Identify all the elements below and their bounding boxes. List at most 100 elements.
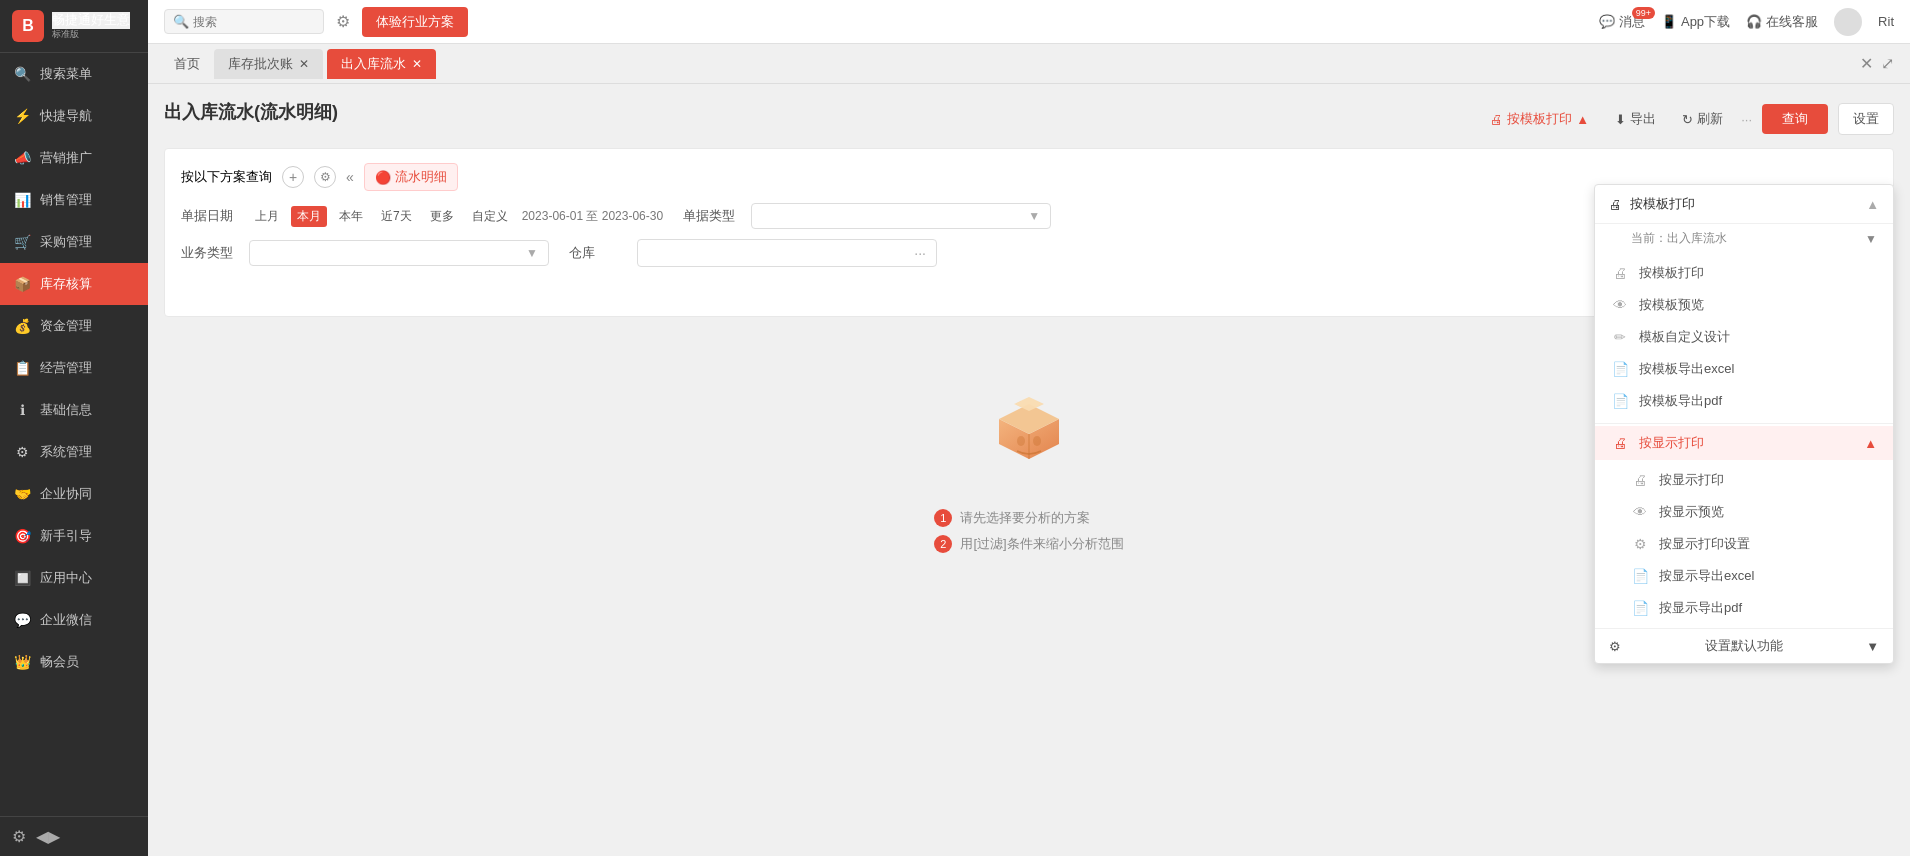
- close-all-tabs-icon[interactable]: ✕: [1860, 54, 1873, 73]
- sidebar-item-search[interactable]: 🔍 搜索菜单: [0, 53, 148, 95]
- expand-icon[interactable]: ⤢: [1881, 54, 1894, 73]
- refresh-button[interactable]: ↻ 刷新: [1674, 106, 1731, 132]
- search-input[interactable]: [193, 15, 313, 29]
- system-icon: ⚙: [12, 442, 32, 462]
- sidebar-item-operations[interactable]: 📋 经营管理: [0, 347, 148, 389]
- filter-settings-button[interactable]: ⚙: [314, 166, 336, 188]
- date-opt-last-month[interactable]: 上月: [249, 206, 285, 227]
- template-print-button[interactable]: 🖨 按模板打印 ▲: [1482, 106, 1597, 132]
- member-icon: 👑: [12, 652, 32, 672]
- sidebar-item-inventory[interactable]: 📦 库存核算: [0, 263, 148, 305]
- display-export-pdf-label: 按显示导出pdf: [1659, 599, 1742, 617]
- tab-home[interactable]: 首页: [164, 49, 210, 79]
- settings-icon: ⚙: [1631, 536, 1649, 552]
- print-icon: 🖨: [1631, 472, 1649, 488]
- message-button[interactable]: 💬 消息 99+: [1599, 13, 1645, 31]
- sidebar-item-label: 系统管理: [40, 443, 92, 461]
- sidebar-item-label: 资金管理: [40, 317, 92, 335]
- warehouse-select[interactable]: ···: [637, 239, 937, 267]
- tab-batch[interactable]: 库存批次账 ✕: [214, 49, 323, 79]
- date-opt-custom[interactable]: 自定义: [466, 206, 514, 227]
- sidebar-item-finance[interactable]: 💰 资金管理: [0, 305, 148, 347]
- user-avatar[interactable]: [1834, 8, 1862, 36]
- sidebar-item-sales[interactable]: 📊 销售管理: [0, 179, 148, 221]
- excel-icon: 📄: [1631, 568, 1649, 584]
- industry-solution-button[interactable]: 体验行业方案: [362, 7, 468, 37]
- sidebar-item-quick-nav[interactable]: ⚡ 快捷导航: [0, 95, 148, 137]
- empty-step-1: 1 请先选择要分析的方案: [934, 509, 1123, 527]
- display-print-header-item[interactable]: 🖨 按显示打印 ▲: [1595, 426, 1893, 460]
- inventory-icon: 📦: [12, 274, 32, 294]
- display-print-item[interactable]: 🖨 按显示打印: [1615, 464, 1893, 496]
- date-opt-more[interactable]: 更多: [424, 206, 460, 227]
- sidebar-item-label: 搜索菜单: [40, 65, 92, 83]
- date-filter-label: 单据日期: [181, 207, 241, 225]
- bill-type-select[interactable]: ▼: [751, 203, 1051, 229]
- tab-batch-close[interactable]: ✕: [299, 57, 309, 71]
- set-default-label: 设置默认功能: [1705, 637, 1783, 655]
- sidebar-item-guide[interactable]: 🎯 新手引导: [0, 515, 148, 557]
- display-export-excel-item[interactable]: 📄 按显示导出excel: [1615, 560, 1893, 592]
- settings-gear-icon[interactable]: ⚙: [336, 12, 350, 31]
- sidebar-item-wechat[interactable]: 💬 企业微信: [0, 599, 148, 641]
- flow-detail-tag[interactable]: 🔴 流水明细: [364, 163, 458, 191]
- dropdown-divider: [1595, 423, 1893, 424]
- search-icon: 🔍: [173, 14, 189, 29]
- app-download-button[interactable]: 📱 App下载: [1661, 13, 1730, 31]
- empty-state-icon: [979, 389, 1079, 489]
- message-badge: 99+: [1632, 7, 1655, 19]
- online-service-button[interactable]: 🎧 在线客服: [1746, 13, 1818, 31]
- bill-type-label: 单据类型: [683, 207, 743, 225]
- dropdown-collapse-icon[interactable]: ▲: [1866, 197, 1879, 212]
- add-filter-button[interactable]: +: [282, 166, 304, 188]
- template-custom-item[interactable]: ✏ 模板自定义设计: [1595, 321, 1893, 353]
- query-button[interactable]: 查询: [1762, 104, 1828, 134]
- sidebar-item-member[interactable]: 👑 畅会员: [0, 641, 148, 683]
- settings-icon[interactable]: ⚙: [12, 827, 26, 846]
- search-icon: 🔍: [12, 64, 32, 84]
- tab-flow-close[interactable]: ✕: [412, 57, 422, 71]
- date-opt-this-month[interactable]: 本月: [291, 206, 327, 227]
- template-print-item[interactable]: 🖨 按模板打印: [1595, 257, 1893, 289]
- export-button[interactable]: ⬇ 导出: [1607, 106, 1664, 132]
- step-1-num: 1: [934, 509, 952, 527]
- sidebar-item-app-center[interactable]: 🔲 应用中心: [0, 557, 148, 599]
- more-icon[interactable]: ···: [1741, 112, 1752, 127]
- display-export-pdf-item[interactable]: 📄 按显示导出pdf: [1615, 592, 1893, 624]
- sidebar-item-system[interactable]: ⚙ 系统管理: [0, 431, 148, 473]
- display-print-settings-label: 按显示打印设置: [1659, 535, 1750, 553]
- sidebar-item-purchase[interactable]: 🛒 采购管理: [0, 221, 148, 263]
- set-default-button[interactable]: ⚙ 设置默认功能 ▼: [1595, 628, 1893, 663]
- phone-icon: 📱: [1661, 14, 1677, 29]
- collapse-filter-button[interactable]: «: [346, 169, 354, 185]
- tab-flow[interactable]: 出入库流水 ✕: [327, 49, 436, 79]
- template-export-pdf-item[interactable]: 📄 按模板导出pdf: [1595, 385, 1893, 417]
- quick-nav-icon: ⚡: [12, 106, 32, 126]
- display-print-header-label: 按显示打印: [1639, 434, 1704, 452]
- business-type-select[interactable]: ▼: [249, 240, 549, 266]
- date-opt-7days[interactable]: 近7天: [375, 206, 418, 227]
- date-opt-this-year[interactable]: 本年: [333, 206, 369, 227]
- sidebar-item-basic-info[interactable]: ℹ 基础信息: [0, 389, 148, 431]
- template-preview-item[interactable]: 👁 按模板预览: [1595, 289, 1893, 321]
- filter-date-item: 单据日期 上月 本月 本年 近7天 更多 自定义 2023-06-01 至 20…: [181, 206, 663, 227]
- template-export-excel-item[interactable]: 📄 按模板导出excel: [1595, 353, 1893, 385]
- display-print-settings-item[interactable]: ⚙ 按显示打印设置: [1615, 528, 1893, 560]
- print-icon: 🖨: [1609, 197, 1622, 212]
- settings-button[interactable]: 设置: [1838, 103, 1894, 135]
- sidebar-item-marketing[interactable]: 📣 营销推广: [0, 137, 148, 179]
- collapse-sidebar-icon[interactable]: ◀▶: [36, 827, 60, 846]
- more-dots-icon: ···: [914, 245, 926, 261]
- refresh-icon: ↻: [1682, 112, 1693, 127]
- basic-info-icon: ℹ: [12, 400, 32, 420]
- display-preview-item[interactable]: 👁 按显示预览: [1615, 496, 1893, 528]
- enterprise-icon: 🤝: [12, 484, 32, 504]
- sidebar-item-enterprise[interactable]: 🤝 企业协同: [0, 473, 148, 515]
- sidebar-item-label: 销售管理: [40, 191, 92, 209]
- filter-tag-area: 🔴 流水明细: [364, 163, 458, 191]
- app-logo-icon: B: [12, 10, 44, 42]
- svg-marker-2: [1014, 397, 1044, 411]
- template-print-item-label: 按模板打印: [1639, 264, 1704, 282]
- display-section: 🖨 按显示打印 👁 按显示预览 ⚙ 按显示打印设置 📄 按显示导出excel 📄: [1595, 460, 1893, 628]
- topbar-search-box[interactable]: 🔍: [164, 9, 324, 34]
